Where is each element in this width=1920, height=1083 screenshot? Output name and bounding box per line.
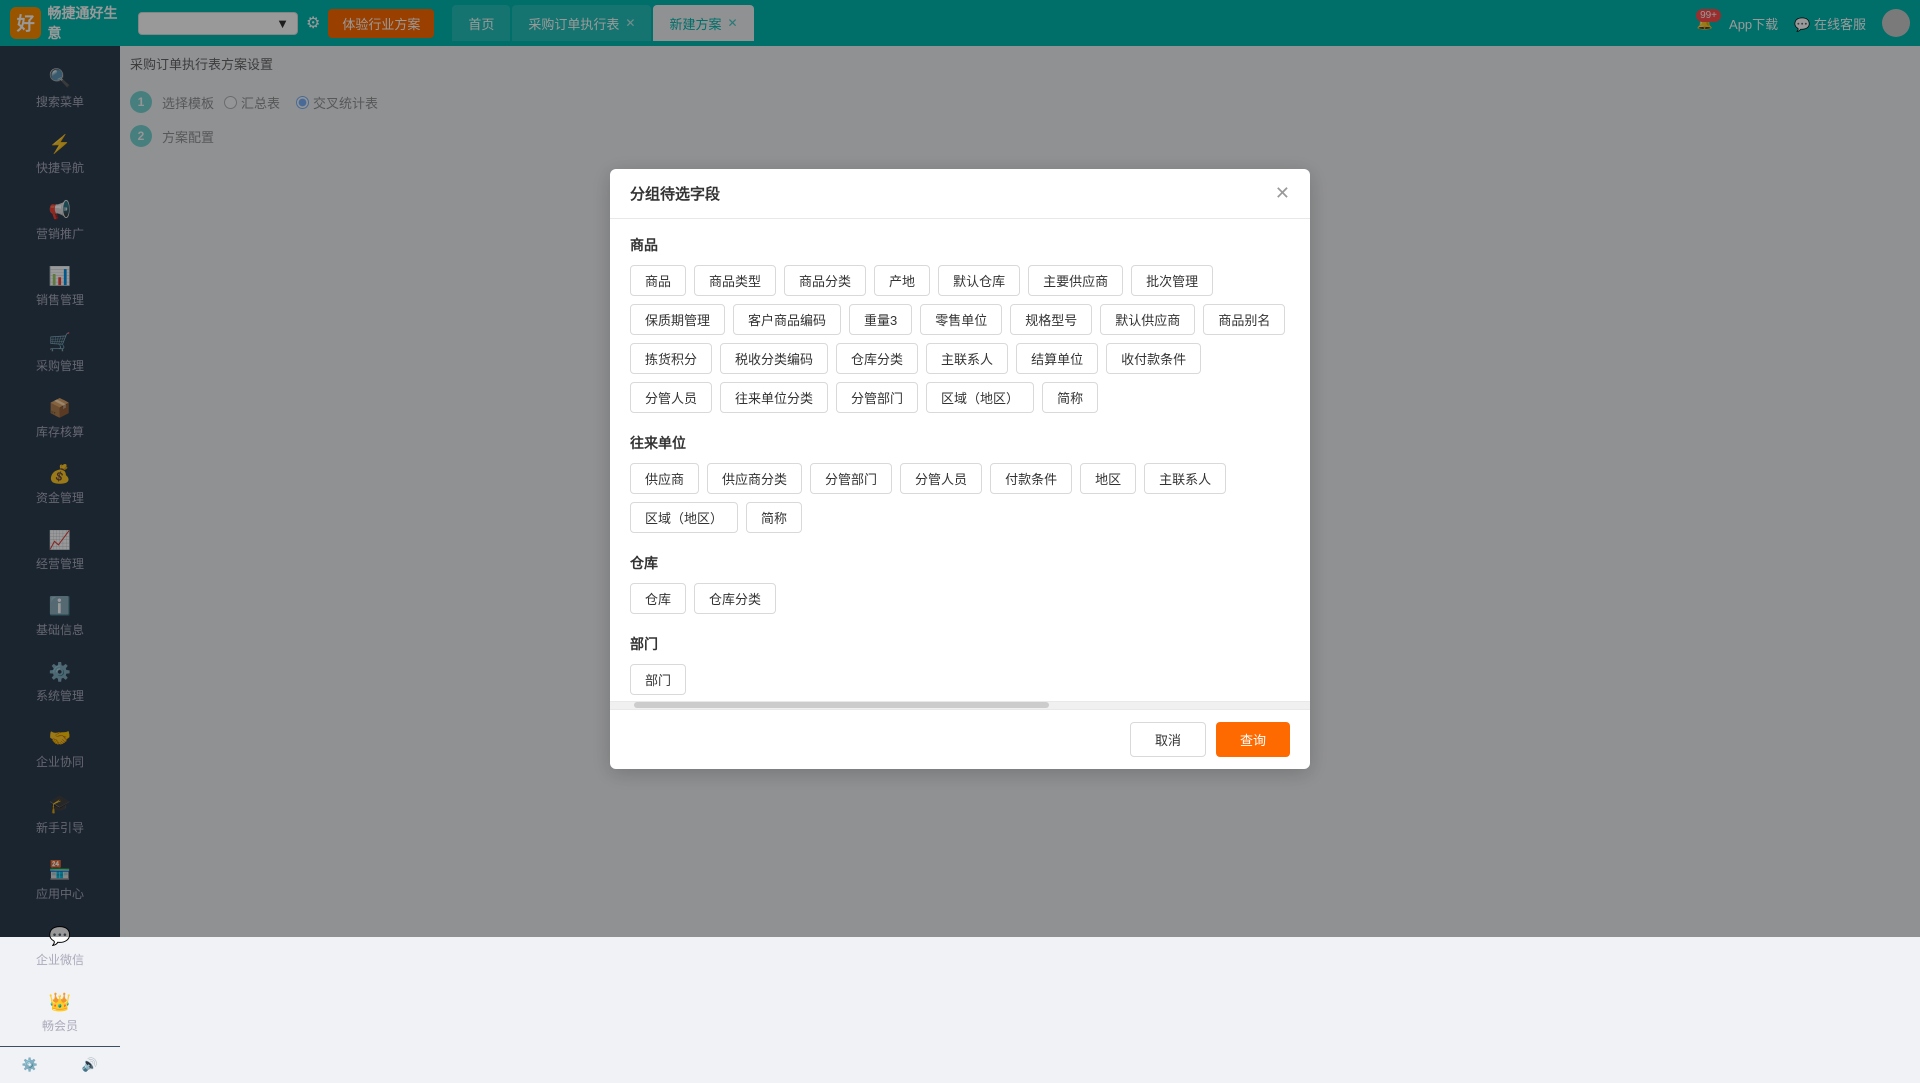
field-tag-partner-7[interactable]: 区域（地区） xyxy=(630,502,738,533)
field-tag-goods-16[interactable]: 仓库分类 xyxy=(836,343,918,374)
member-icon: 👑 xyxy=(49,992,71,1013)
section-department-title: 部门 xyxy=(630,634,1290,654)
field-tag-goods-6[interactable]: 批次管理 xyxy=(1131,265,1213,296)
field-tag-partner-6[interactable]: 主联系人 xyxy=(1144,463,1226,494)
field-select-modal: 分组待选字段 ✕ 商品 商品 商品类型 商品分类 产地 默认仓库 主要供应商 批… xyxy=(610,169,1310,769)
partner-field-tags: 供应商 供应商分类 分管部门 分管人员 付款条件 地区 主联系人 区域（地区） … xyxy=(630,463,1290,533)
cancel-button[interactable]: 取消 xyxy=(1130,722,1206,757)
field-tag-partner-8[interactable]: 简称 xyxy=(746,502,802,533)
section-partner-title: 往来单位 xyxy=(630,433,1290,453)
section-department: 部门 部门 xyxy=(630,634,1290,695)
field-tag-goods-11[interactable]: 规格型号 xyxy=(1010,304,1092,335)
field-tag-goods-24[interactable]: 简称 xyxy=(1042,382,1098,413)
field-tag-partner-5[interactable]: 地区 xyxy=(1080,463,1136,494)
section-partner: 往来单位 供应商 供应商分类 分管部门 分管人员 付款条件 地区 主联系人 区域… xyxy=(630,433,1290,533)
field-tag-partner-4[interactable]: 付款条件 xyxy=(990,463,1072,494)
warehouse-field-tags: 仓库 仓库分类 xyxy=(630,583,1290,614)
field-tag-partner-0[interactable]: 供应商 xyxy=(630,463,699,494)
field-tag-goods-13[interactable]: 商品别名 xyxy=(1203,304,1285,335)
field-tag-dept-0[interactable]: 部门 xyxy=(630,664,686,695)
field-tag-warehouse-1[interactable]: 仓库分类 xyxy=(694,583,776,614)
field-tag-partner-3[interactable]: 分管人员 xyxy=(900,463,982,494)
modal-close-button[interactable]: ✕ xyxy=(1275,184,1290,202)
field-tag-goods-15[interactable]: 税收分类编码 xyxy=(720,343,828,374)
settings-bottom-icon[interactable]: ⚙️ xyxy=(22,1057,38,1073)
field-tag-goods-12[interactable]: 默认供应商 xyxy=(1100,304,1195,335)
field-tag-partner-2[interactable]: 分管部门 xyxy=(810,463,892,494)
field-tag-warehouse-0[interactable]: 仓库 xyxy=(630,583,686,614)
modal-body: 商品 商品 商品类型 商品分类 产地 默认仓库 主要供应商 批次管理 保质期管理… xyxy=(610,219,1310,702)
modal-header: 分组待选字段 ✕ xyxy=(610,169,1310,219)
field-tag-goods-22[interactable]: 分管部门 xyxy=(836,382,918,413)
field-tag-goods-4[interactable]: 默认仓库 xyxy=(938,265,1020,296)
field-tag-goods-0[interactable]: 商品 xyxy=(630,265,686,296)
field-tag-goods-8[interactable]: 客户商品编码 xyxy=(733,304,841,335)
field-tag-goods-1[interactable]: 商品类型 xyxy=(694,265,776,296)
department-field-tags: 部门 xyxy=(630,664,1290,695)
section-goods: 商品 商品 商品类型 商品分类 产地 默认仓库 主要供应商 批次管理 保质期管理… xyxy=(630,235,1290,413)
sidebar-item-member[interactable]: 👑 畅会员 xyxy=(0,980,120,1046)
field-tag-goods-2[interactable]: 商品分类 xyxy=(784,265,866,296)
section-warehouse: 仓库 仓库 仓库分类 xyxy=(630,553,1290,614)
section-warehouse-title: 仓库 xyxy=(630,553,1290,573)
field-tag-goods-7[interactable]: 保质期管理 xyxy=(630,304,725,335)
field-tag-goods-9[interactable]: 重量3 xyxy=(849,304,912,335)
sidebar-bottom: ⚙️ 🔊 xyxy=(0,1046,120,1083)
section-goods-title: 商品 xyxy=(630,235,1290,255)
confirm-button[interactable]: 查询 xyxy=(1216,722,1290,757)
field-tag-goods-10[interactable]: 零售单位 xyxy=(920,304,1002,335)
field-tag-goods-3[interactable]: 产地 xyxy=(874,265,930,296)
field-tag-goods-17[interactable]: 主联系人 xyxy=(926,343,1008,374)
modal-footer: 取消 查询 xyxy=(610,709,1310,769)
audio-icon[interactable]: 🔊 xyxy=(82,1057,98,1073)
field-tag-goods-14[interactable]: 拣货积分 xyxy=(630,343,712,374)
field-tag-partner-1[interactable]: 供应商分类 xyxy=(707,463,802,494)
modal-title: 分组待选字段 xyxy=(630,183,720,204)
field-tag-goods-21[interactable]: 往来单位分类 xyxy=(720,382,828,413)
goods-field-tags: 商品 商品类型 商品分类 产地 默认仓库 主要供应商 批次管理 保质期管理 客户… xyxy=(630,265,1290,413)
field-tag-goods-23[interactable]: 区域（地区） xyxy=(926,382,1034,413)
field-tag-goods-18[interactable]: 结算单位 xyxy=(1016,343,1098,374)
modal-hscrollbar[interactable] xyxy=(610,701,1310,708)
field-tag-goods-5[interactable]: 主要供应商 xyxy=(1028,265,1123,296)
modal-overlay: 分组待选字段 ✕ 商品 商品 商品类型 商品分类 产地 默认仓库 主要供应商 批… xyxy=(0,0,1920,937)
field-tag-goods-20[interactable]: 分管人员 xyxy=(630,382,712,413)
field-tag-goods-19[interactable]: 收付款条件 xyxy=(1106,343,1201,374)
